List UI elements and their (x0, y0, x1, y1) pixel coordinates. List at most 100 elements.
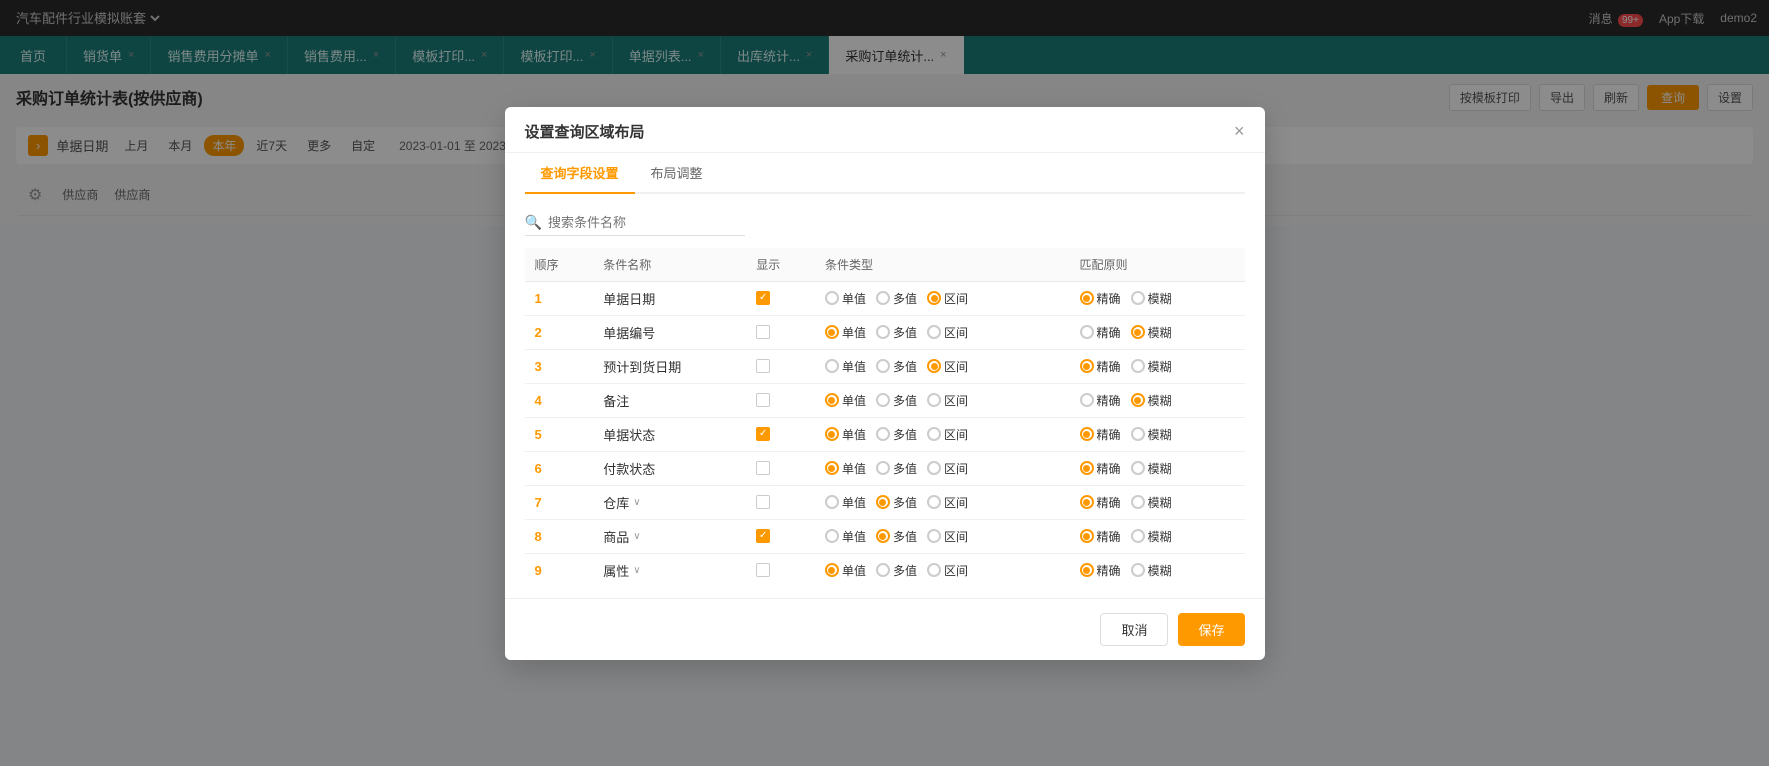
type-single-label[interactable]: 单值 (825, 562, 866, 578)
match-exact-label[interactable]: 精确 (1080, 358, 1121, 375)
row-display-9[interactable] (746, 553, 815, 578)
match-fuzzy-label[interactable]: 模糊 (1131, 528, 1172, 545)
type-multi-radio[interactable] (876, 461, 890, 475)
row-display-2[interactable] (746, 315, 815, 349)
type-multi-label[interactable]: 多值 (876, 392, 917, 409)
type-single-radio[interactable] (825, 461, 839, 475)
match-fuzzy-radio[interactable] (1131, 563, 1145, 577)
type-single-radio[interactable] (825, 529, 839, 543)
type-multi-label[interactable]: 多值 (876, 324, 917, 341)
type-multi-radio[interactable] (876, 359, 890, 373)
type-range-radio[interactable] (927, 495, 941, 509)
match-fuzzy-label[interactable]: 模糊 (1131, 358, 1172, 375)
type-single-radio[interactable] (825, 495, 839, 509)
match-exact-radio[interactable] (1080, 461, 1094, 475)
search-input[interactable] (548, 215, 745, 230)
match-exact-label[interactable]: 精确 (1080, 426, 1121, 443)
match-exact-label[interactable]: 精确 (1080, 528, 1121, 545)
modal-close-button[interactable]: × (1234, 121, 1245, 142)
match-exact-radio[interactable] (1080, 495, 1094, 509)
row-display-8[interactable] (746, 519, 815, 553)
display-checkbox[interactable] (756, 563, 770, 577)
match-exact-radio[interactable] (1080, 563, 1094, 577)
type-single-label[interactable]: 单值 (825, 392, 866, 409)
type-multi-radio[interactable] (876, 427, 890, 441)
row-display-3[interactable] (746, 349, 815, 383)
display-checkbox[interactable] (756, 529, 770, 543)
match-exact-label[interactable]: 精确 (1080, 290, 1121, 307)
type-range-radio[interactable] (927, 529, 941, 543)
match-exact-radio[interactable] (1080, 427, 1094, 441)
match-fuzzy-radio[interactable] (1131, 529, 1145, 543)
type-multi-radio[interactable] (876, 325, 890, 339)
match-fuzzy-radio[interactable] (1131, 325, 1145, 339)
type-multi-radio[interactable] (876, 393, 890, 407)
match-exact-label[interactable]: 精确 (1080, 460, 1121, 477)
type-single-radio[interactable] (825, 291, 839, 305)
match-exact-radio[interactable] (1080, 291, 1094, 305)
match-fuzzy-label[interactable]: 模糊 (1131, 392, 1172, 409)
match-exact-label[interactable]: 精确 (1080, 494, 1121, 511)
type-range-label[interactable]: 区间 (927, 426, 968, 443)
type-multi-label[interactable]: 多值 (876, 426, 917, 443)
type-range-radio[interactable] (927, 461, 941, 475)
row-display-4[interactable] (746, 383, 815, 417)
match-exact-radio[interactable] (1080, 325, 1094, 339)
match-fuzzy-label[interactable]: 模糊 (1131, 426, 1172, 443)
match-fuzzy-label[interactable]: 模糊 (1131, 494, 1172, 511)
type-single-label[interactable]: 单值 (825, 324, 866, 341)
type-single-radio[interactable] (825, 325, 839, 339)
row-display-7[interactable] (746, 485, 815, 519)
type-range-label[interactable]: 区间 (927, 324, 968, 341)
type-multi-radio[interactable] (876, 291, 890, 305)
type-multi-label[interactable]: 多值 (876, 494, 917, 511)
display-checkbox[interactable] (756, 359, 770, 373)
type-range-radio[interactable] (927, 427, 941, 441)
type-single-label[interactable]: 单值 (825, 358, 866, 375)
display-checkbox[interactable] (756, 461, 770, 475)
type-multi-radio[interactable] (876, 563, 890, 577)
modal-tab-fields[interactable]: 查询字段设置 (525, 153, 635, 194)
display-checkbox[interactable] (756, 393, 770, 407)
type-range-label[interactable]: 区间 (927, 392, 968, 409)
display-checkbox[interactable] (756, 495, 770, 509)
display-checkbox[interactable] (756, 427, 770, 441)
type-range-radio[interactable] (927, 325, 941, 339)
type-single-label[interactable]: 单值 (825, 426, 866, 443)
display-checkbox[interactable] (756, 325, 770, 339)
match-exact-label[interactable]: 精确 (1080, 562, 1121, 578)
match-fuzzy-radio[interactable] (1131, 291, 1145, 305)
type-multi-label[interactable]: 多值 (876, 290, 917, 307)
type-multi-label[interactable]: 多值 (876, 562, 917, 578)
match-fuzzy-radio[interactable] (1131, 495, 1145, 509)
display-checkbox[interactable] (756, 291, 770, 305)
type-single-radio[interactable] (825, 359, 839, 373)
type-multi-label[interactable]: 多值 (876, 358, 917, 375)
type-range-label[interactable]: 区间 (927, 290, 968, 307)
type-single-label[interactable]: 单值 (825, 528, 866, 545)
match-fuzzy-radio[interactable] (1131, 359, 1145, 373)
type-single-label[interactable]: 单值 (825, 290, 866, 307)
type-range-label[interactable]: 区间 (927, 358, 968, 375)
type-range-label[interactable]: 区间 (927, 460, 968, 477)
row-display-1[interactable] (746, 281, 815, 315)
type-single-label[interactable]: 单值 (825, 494, 866, 511)
type-range-radio[interactable] (927, 359, 941, 373)
type-multi-radio[interactable] (876, 529, 890, 543)
type-range-radio[interactable] (927, 291, 941, 305)
type-range-radio[interactable] (927, 393, 941, 407)
type-single-radio[interactable] (825, 563, 839, 577)
match-fuzzy-radio[interactable] (1131, 461, 1145, 475)
type-range-label[interactable]: 区间 (927, 562, 968, 578)
match-fuzzy-radio[interactable] (1131, 427, 1145, 441)
type-range-label[interactable]: 区间 (927, 494, 968, 511)
type-range-radio[interactable] (927, 563, 941, 577)
match-exact-radio[interactable] (1080, 359, 1094, 373)
match-fuzzy-label[interactable]: 模糊 (1131, 324, 1172, 341)
type-single-radio[interactable] (825, 427, 839, 441)
match-fuzzy-label[interactable]: 模糊 (1131, 562, 1172, 578)
match-exact-radio[interactable] (1080, 529, 1094, 543)
type-range-label[interactable]: 区间 (927, 528, 968, 545)
type-single-label[interactable]: 单值 (825, 460, 866, 477)
cancel-button[interactable]: 取消 (1100, 613, 1168, 646)
